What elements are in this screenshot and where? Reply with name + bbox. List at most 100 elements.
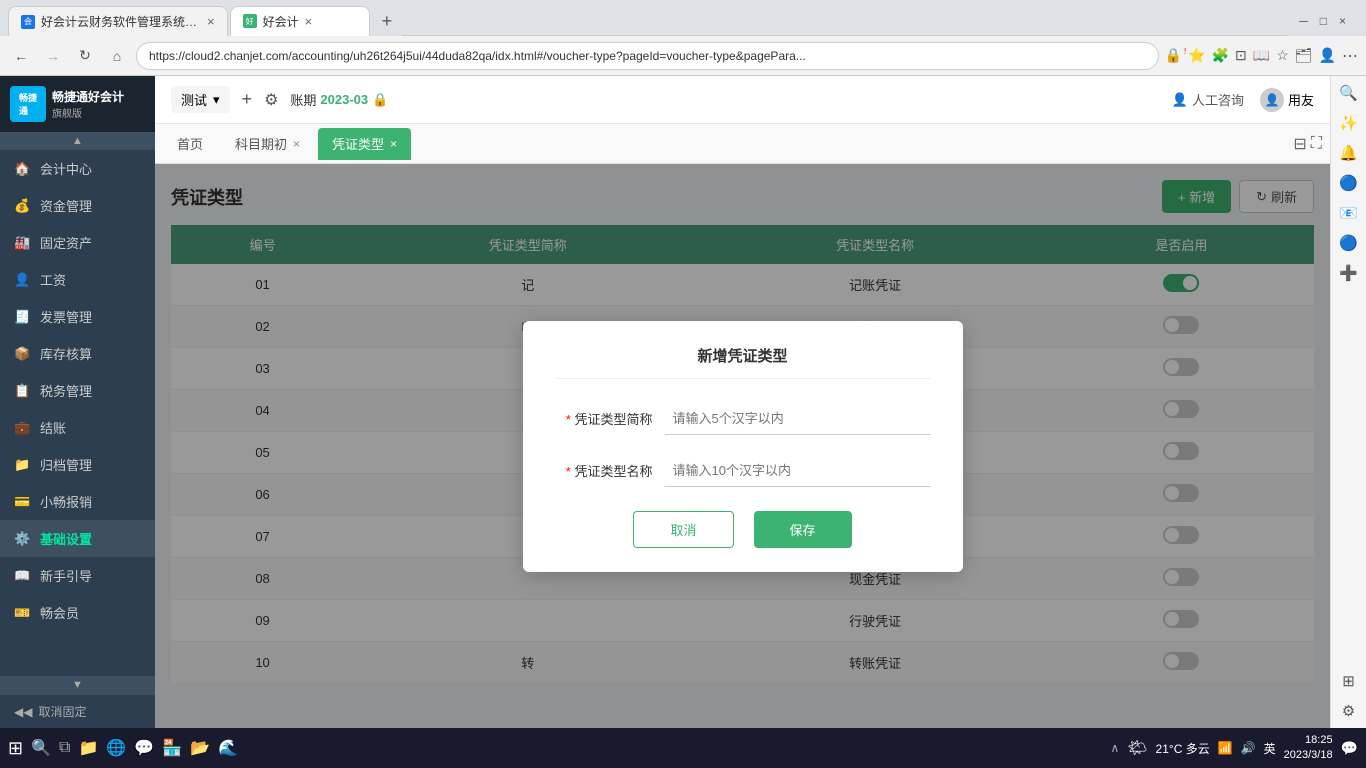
workspace-name: 测试 (181, 90, 207, 109)
right-ai-icon[interactable]: ✨ (1339, 114, 1358, 132)
taskbar-up-arrow[interactable]: ∧ (1110, 741, 1119, 755)
save-button[interactable]: 保存 (754, 511, 852, 548)
main-content: 测试 ▾ + ⚙ 账期 2023-03 🔒 👤 人工咨询 👤 用友 (155, 76, 1330, 728)
period-label: 账期 (290, 90, 316, 109)
more-btn[interactable]: ⋯ (1342, 46, 1358, 66)
profile-icon[interactable]: 👤 (1319, 47, 1336, 64)
sidebar-item-settings[interactable]: ⚙️ 基础设置 (0, 520, 155, 557)
archive-label: 归档管理 (40, 455, 92, 474)
abbr-label: * 凭证类型简称 (555, 409, 665, 428)
consult-btn[interactable]: 👤 人工咨询 (1172, 90, 1244, 109)
consult-icon: 👤 (1172, 92, 1188, 108)
right-settings-icon[interactable]: ⚙ (1342, 702, 1355, 720)
minimize-btn[interactable]: ─ (1295, 14, 1312, 28)
taskbar-store-icon[interactable]: 🏪 (162, 738, 182, 758)
sidebar-item-member[interactable]: 🎫 畅会员 (0, 594, 155, 631)
sidebar-item-dashboard[interactable]: 🏠 会计中心 (0, 150, 155, 187)
tab-minimize-icon[interactable]: ⊟ (1293, 134, 1306, 154)
taskbar-files-icon[interactable]: 📂 (190, 738, 210, 758)
favorites-icon[interactable]: ☆ (1276, 47, 1289, 64)
sidebar-item-guide[interactable]: 📖 新手引导 (0, 557, 155, 594)
right-mail-icon[interactable]: 📧 (1339, 204, 1358, 222)
sidebar-item-salary[interactable]: 👤 工资 (0, 261, 155, 298)
subject-init-tab-close[interactable]: × (293, 137, 300, 151)
right-grid-icon[interactable]: ⊞ (1342, 672, 1355, 690)
sidebar-item-expense[interactable]: 💳 小畅报销 (0, 483, 155, 520)
reload-btn[interactable]: ↻ (72, 43, 98, 69)
scroll-down-btn[interactable]: ▼ (0, 676, 155, 694)
form-row-abbr: * 凭证类型简称 (555, 403, 931, 435)
clock[interactable]: 18:25 2023/3/18 (1284, 733, 1333, 764)
tab2-favicon: 好 (243, 14, 257, 28)
browser-tab-2[interactable]: 好 好会计 × (230, 6, 370, 36)
add-workspace-btn[interactable]: + (242, 89, 253, 110)
split-view-icon[interactable]: ⊡ (1235, 47, 1247, 64)
sound-icon[interactable]: 🔊 (1241, 741, 1256, 755)
tab-fullscreen-icon[interactable]: ⛶ (1311, 135, 1322, 153)
user-info[interactable]: 👤 用友 (1260, 88, 1314, 112)
sidebar-item-inventory[interactable]: 📦 库存核算 (0, 335, 155, 372)
address-input[interactable] (136, 42, 1159, 70)
abbr-input[interactable] (665, 403, 931, 435)
assets-icon: 🏭 (14, 235, 32, 251)
new-tab-btn[interactable]: + (372, 6, 403, 36)
taskbar-wechat-icon[interactable]: 💬 (134, 738, 154, 758)
windows-start-icon[interactable]: ⊞ (8, 738, 23, 759)
sidebar-item-archive[interactable]: 📁 归档管理 (0, 446, 155, 483)
sidebar-item-invoice[interactable]: 🧾 发票管理 (0, 298, 155, 335)
tab1-close[interactable]: × (207, 14, 215, 29)
salary-label: 工资 (40, 270, 66, 289)
right-blue2-icon[interactable]: 🔵 (1339, 234, 1358, 252)
cancel-button[interactable]: 取消 (633, 511, 733, 548)
browser-tab-1[interactable]: 会 好会计云财务软件管理系统_会计 × (8, 6, 228, 36)
sidebar-item-tax[interactable]: 📋 税务管理 (0, 372, 155, 409)
user-name: 用友 (1288, 90, 1314, 109)
sidebar-item-close[interactable]: 💼 结账 (0, 409, 155, 446)
settings-label: 基础设置 (40, 529, 92, 548)
tab-homepage[interactable]: 首页 (163, 128, 217, 160)
sidebar: 畅捷通 畅捷通好会计 旗舰版 ▲ 🏠 会计中心 💰 资金管理 🏭 固定资产 (0, 76, 155, 728)
taskbar-right: ∧ 🌤 21°C 多云 📶 🔊 英 18:25 2023/3/18 💬 (1110, 733, 1358, 764)
taskbar-explorer-icon[interactable]: 📁 (78, 738, 98, 758)
close-account-icon: 💼 (14, 420, 32, 436)
tab-voucher-type[interactable]: 凭证类型 × (318, 128, 411, 160)
name-input[interactable] (665, 455, 931, 487)
sidebar-item-assets[interactable]: 🏭 固定资产 (0, 224, 155, 261)
notification-icon[interactable]: 💬 (1341, 740, 1358, 757)
tab2-close[interactable]: × (305, 14, 313, 29)
right-add-icon[interactable]: ➕ (1339, 264, 1358, 282)
workspace-selector[interactable]: 测试 ▾ (171, 86, 230, 113)
taskbar-multiview-icon[interactable]: ⧉ (59, 739, 70, 757)
tax-label: 税务管理 (40, 381, 92, 400)
unpin-btn[interactable]: ◀◀ 取消固定 (0, 694, 155, 728)
bookmark-icon[interactable]: ⭐ (1188, 47, 1205, 64)
logo-text: 畅捷通好会计 (52, 88, 124, 105)
home-btn[interactable]: ⌂ (104, 43, 130, 69)
scroll-up-btn[interactable]: ▲ (0, 132, 155, 150)
voucher-type-tab-close[interactable]: × (390, 137, 397, 151)
sidebar-item-funds[interactable]: 💰 资金管理 (0, 187, 155, 224)
guide-label: 新手引导 (40, 566, 92, 585)
sidebar-logo[interactable]: 畅捷通 畅捷通好会计 旗舰版 (0, 76, 155, 132)
collections-icon[interactable]: 🗂 (1295, 47, 1313, 64)
taskbar-edge2-icon[interactable]: 🌊 (218, 738, 238, 758)
right-search-icon[interactable]: 🔍 (1339, 84, 1358, 102)
modal-dialog: 新增凭证类型 * 凭证类型简称 * 凭证类型名称 (523, 321, 963, 572)
tab-subject-init[interactable]: 科目期初 × (221, 128, 314, 160)
reading-view-icon[interactable]: 📖 (1253, 47, 1270, 64)
maximize-btn[interactable]: □ (1316, 14, 1331, 28)
clock-date: 2023/3/18 (1284, 748, 1333, 763)
forward-btn[interactable]: → (40, 43, 66, 69)
back-btn[interactable]: ← (8, 43, 34, 69)
settings-gear-icon[interactable]: ⚙ (264, 90, 278, 110)
taskbar-search-icon[interactable]: 🔍 (31, 738, 51, 758)
taskbar-edge-icon[interactable]: 🌐 (106, 738, 126, 758)
right-blue1-icon[interactable]: 🔵 (1339, 174, 1358, 192)
taskbar: ⊞ 🔍 ⧉ 📁 🌐 💬 🏪 📂 🌊 ∧ 🌤 21°C 多云 📶 🔊 英 18:2… (0, 728, 1366, 768)
period-value: 2023-03 (320, 92, 368, 107)
right-notify-icon[interactable]: 🔔 (1339, 144, 1358, 162)
extensions-btn[interactable]: 🧩 (1212, 47, 1229, 64)
close-btn[interactable]: × (1335, 14, 1350, 28)
workspace-chevron-icon: ▾ (213, 92, 220, 108)
page-tabs: 首页 科目期初 × 凭证类型 × ⊟ ⛶ (155, 124, 1330, 164)
